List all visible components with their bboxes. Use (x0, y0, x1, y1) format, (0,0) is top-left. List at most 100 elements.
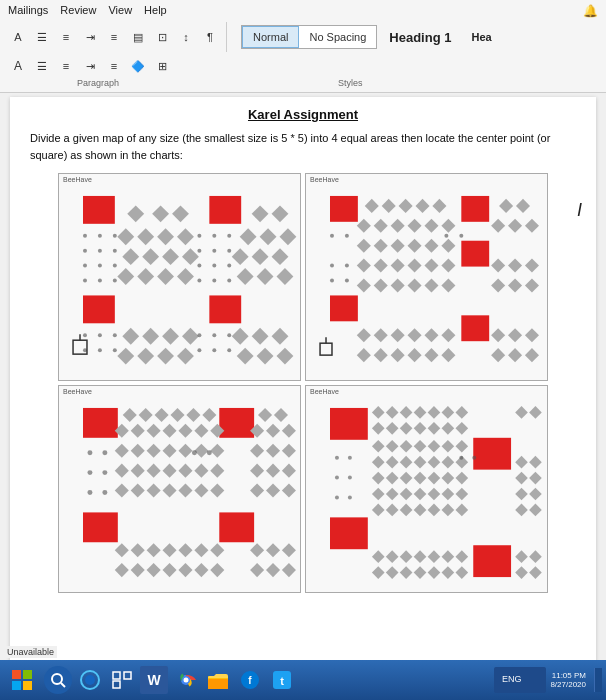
svg-rect-28 (257, 268, 274, 285)
font-a2-icon[interactable]: A (8, 56, 28, 76)
svg-point-152 (345, 279, 349, 283)
svg-point-322 (335, 495, 339, 499)
svg-rect-168 (131, 424, 145, 438)
svg-rect-122 (424, 278, 438, 292)
svg-point-59 (197, 264, 201, 268)
svg-point-48 (212, 234, 216, 238)
svg-rect-196 (282, 464, 296, 478)
svg-rect-279 (529, 472, 542, 485)
svg-rect-206 (282, 483, 296, 497)
svg-rect-162 (170, 408, 184, 422)
indent2-icon[interactable]: ⇥ (80, 56, 100, 76)
svg-rect-301 (414, 550, 427, 563)
align2-icon[interactable]: ≡ (104, 56, 124, 76)
svg-rect-166 (274, 408, 288, 422)
svg-rect-189 (147, 464, 161, 478)
align-right-icon[interactable]: ▤ (128, 27, 148, 47)
taskbar-tray[interactable]: ENG (494, 667, 546, 693)
svg-rect-153 (320, 343, 332, 355)
svg-point-49 (227, 234, 231, 238)
svg-rect-310 (414, 566, 427, 579)
styles-group: Normal No Spacing (241, 25, 377, 49)
svg-rect-273 (400, 472, 413, 485)
svg-rect-269 (515, 456, 528, 469)
indent-icon[interactable]: ⇥ (80, 27, 100, 47)
taskbar-start-area[interactable] (4, 664, 40, 696)
notification-area: ENG 11:05 PM 8/27/2020 (494, 667, 602, 693)
svg-rect-133 (491, 328, 505, 342)
taskbar: W f t (0, 660, 606, 700)
svg-rect-22 (272, 248, 289, 265)
bullets-icon[interactable]: ☰ (32, 56, 52, 76)
svg-rect-185 (266, 444, 280, 458)
svg-rect-9 (117, 228, 134, 245)
style-normal-button[interactable]: Normal (242, 26, 299, 48)
menu-view[interactable]: View (108, 4, 132, 18)
paragraph-label: Paragraph (8, 78, 188, 88)
svg-rect-110 (374, 259, 388, 273)
svg-rect-7 (252, 205, 269, 222)
svg-rect-172 (194, 424, 208, 438)
svg-rect-309 (400, 566, 413, 579)
align-center-icon[interactable]: ≡ (104, 27, 124, 47)
svg-point-232 (102, 470, 107, 475)
svg-rect-24 (137, 268, 154, 285)
svg-rect-38 (137, 348, 154, 365)
svg-rect-11 (157, 228, 174, 245)
menu-mailings[interactable]: Mailings (8, 4, 48, 18)
border-icon[interactable]: ⊞ (152, 56, 172, 76)
heading1-label[interactable]: Heading 1 (381, 26, 459, 49)
svg-rect-83 (461, 196, 489, 222)
taskbar-app2-icon[interactable]: t (268, 666, 296, 694)
svg-rect-244 (442, 406, 455, 419)
pilcrow-icon[interactable]: ¶ (200, 27, 220, 47)
shading-icon[interactable]: 🔷 (128, 56, 148, 76)
numbering-icon[interactable]: ≡ (56, 56, 76, 76)
menu-help[interactable]: Help (144, 4, 167, 18)
svg-rect-192 (194, 464, 208, 478)
taskbar-search-icon[interactable] (44, 666, 72, 694)
svg-point-319 (472, 456, 476, 460)
sort-icon[interactable]: ↕ (176, 27, 196, 47)
taskbar-word-icon[interactable]: W (140, 666, 168, 694)
font-icon-a[interactable]: A (8, 27, 28, 47)
taskbar-taskview-icon[interactable] (108, 666, 136, 694)
svg-rect-219 (147, 563, 161, 577)
svg-point-46 (113, 234, 117, 238)
svg-point-320 (335, 476, 339, 480)
svg-rect-298 (372, 550, 385, 563)
svg-rect-199 (147, 483, 161, 497)
list2-icon[interactable]: ≡ (56, 27, 76, 47)
svg-rect-13 (240, 228, 257, 245)
svg-point-58 (113, 264, 117, 268)
chart-br-label: BeeHave (310, 388, 339, 395)
svg-rect-313 (455, 566, 468, 579)
taskbar-explorer-icon[interactable] (204, 666, 232, 694)
svg-rect-42 (257, 348, 274, 365)
list-icon[interactable]: ☰ (32, 27, 52, 47)
menu-review[interactable]: Review (60, 4, 96, 18)
style-nospacing-button[interactable]: No Spacing (299, 26, 376, 48)
taskbar-cortana-icon[interactable] (76, 666, 104, 694)
columns-icon[interactable]: ⊡ (152, 27, 172, 47)
svg-rect-108 (441, 239, 455, 253)
chart-top-left: BeeHave // dots drawn below (58, 173, 301, 381)
svg-rect-251 (442, 422, 455, 435)
clock-area[interactable]: 11:05 PM 8/27/2020 (550, 671, 586, 689)
svg-rect-242 (414, 406, 427, 419)
svg-text:t: t (280, 675, 284, 687)
svg-point-47 (197, 234, 201, 238)
svg-point-75 (98, 348, 102, 352)
svg-rect-254 (529, 406, 542, 419)
svg-rect-163 (186, 408, 200, 422)
show-desktop-btn[interactable] (594, 668, 602, 692)
svg-rect-129 (391, 328, 405, 342)
taskbar-chrome-icon[interactable] (172, 666, 200, 694)
svg-rect-144 (525, 348, 539, 362)
svg-rect-127 (357, 328, 371, 342)
svg-rect-264 (400, 456, 413, 469)
svg-point-149 (330, 264, 334, 268)
svg-rect-187 (115, 464, 129, 478)
svg-rect-116 (508, 259, 522, 273)
taskbar-app1-icon[interactable]: f (236, 666, 264, 694)
